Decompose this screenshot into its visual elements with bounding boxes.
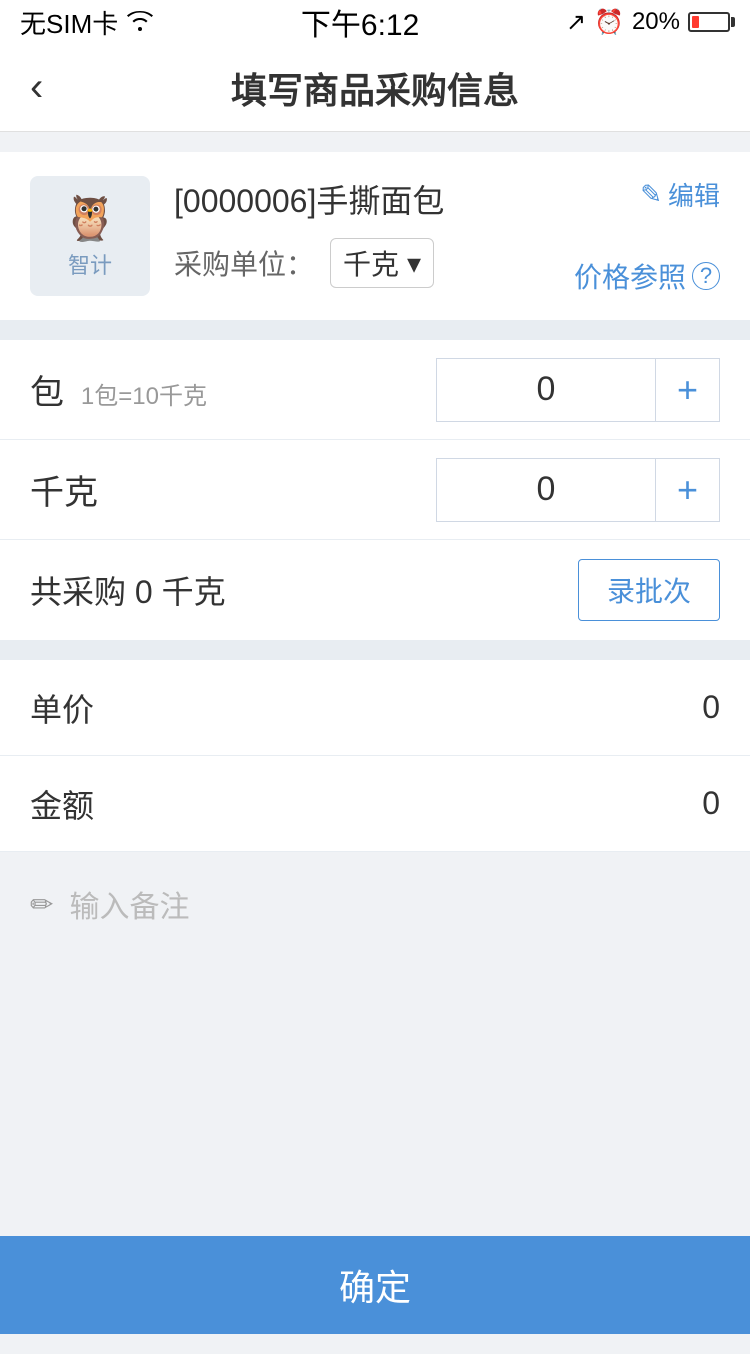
kg-control: + — [436, 458, 720, 522]
price-ref-label: 价格参照 — [574, 256, 686, 296]
product-card: 🦉 智计 [0000006]手撕面包 采购单位： 千克 ▾ ✎ 编辑 价格参照 … — [0, 152, 750, 320]
edit-icon: ✎ — [640, 179, 662, 210]
note-section[interactable]: ✏ 输入备注 — [0, 852, 750, 956]
section-divider-1 — [0, 320, 750, 340]
batch-button[interactable]: 录批次 — [578, 559, 720, 621]
confirm-label: 确定 — [339, 1259, 411, 1311]
bao-sublabel: 1包=10千克 — [81, 383, 207, 410]
unit-select[interactable]: 千克 ▾ — [330, 238, 434, 288]
alarm-icon: ⏰ — [594, 8, 624, 37]
product-thumbnail: 🦉 智计 — [30, 176, 150, 296]
total-summary-text: 共采购 0 千克 — [30, 567, 226, 613]
battery-percent: 20% — [632, 8, 680, 36]
bao-control: + — [436, 358, 720, 422]
nav-bar: ‹ 填写商品采购信息 — [0, 44, 750, 132]
section-divider-2 — [0, 640, 750, 660]
kg-label: 千克 — [30, 465, 98, 514]
status-bar: 无SIM卡 下午6:12 ↗ ⏰ 20% — [0, 0, 750, 44]
edit-button[interactable]: ✎ 编辑 — [640, 176, 720, 213]
status-time: 下午6:12 — [301, 0, 419, 44]
product-name: [0000006]手撕面包 — [174, 176, 720, 222]
amount-label: 金额 — [30, 781, 94, 827]
bao-plus-button[interactable]: + — [656, 358, 720, 422]
note-placeholder: 输入备注 — [69, 882, 189, 926]
kg-input[interactable] — [436, 458, 656, 522]
summary-row: 共采购 0 千克 录批次 — [0, 540, 750, 640]
bao-label-group: 包 1包=10千克 — [30, 365, 207, 414]
wifi-icon — [126, 7, 154, 38]
status-left: 无SIM卡 — [20, 4, 154, 41]
bao-input-row: 包 1包=10千克 + — [0, 340, 750, 440]
amount-value: 0 — [702, 785, 720, 822]
price-ref-icon: ? — [692, 262, 720, 290]
page-title: 填写商品采购信息 — [231, 62, 519, 114]
edit-label: 编辑 — [668, 176, 720, 213]
bao-input[interactable] — [436, 358, 656, 422]
product-thumb-icon: 🦉 — [63, 192, 118, 244]
status-right: ↗ ⏰ 20% — [566, 8, 730, 37]
unit-dropdown-icon: ▾ — [407, 247, 421, 280]
kg-plus-button[interactable]: + — [656, 458, 720, 522]
note-icon: ✏ — [30, 888, 53, 921]
product-thumb-label: 智计 — [68, 248, 112, 280]
unit-label: 采购单位： — [174, 243, 314, 283]
battery-icon — [688, 12, 730, 32]
kg-input-row: 千克 + — [0, 440, 750, 540]
unit-price-value: 0 — [702, 689, 720, 726]
price-ref-button[interactable]: 价格参照 ? — [574, 256, 720, 296]
confirm-button[interactable]: 确定 — [0, 1236, 750, 1334]
unit-price-label: 单价 — [30, 685, 94, 731]
bao-label: 包 — [30, 374, 64, 412]
back-button[interactable]: ‹ — [30, 65, 43, 110]
amount-row: 金额 0 — [0, 756, 750, 852]
unit-value: 千克 — [343, 243, 399, 283]
unit-price-row: 单价 0 — [0, 660, 750, 756]
location-icon: ↗ — [566, 8, 586, 37]
bottom-area — [0, 956, 750, 1256]
carrier-text: 无SIM卡 — [20, 4, 118, 41]
